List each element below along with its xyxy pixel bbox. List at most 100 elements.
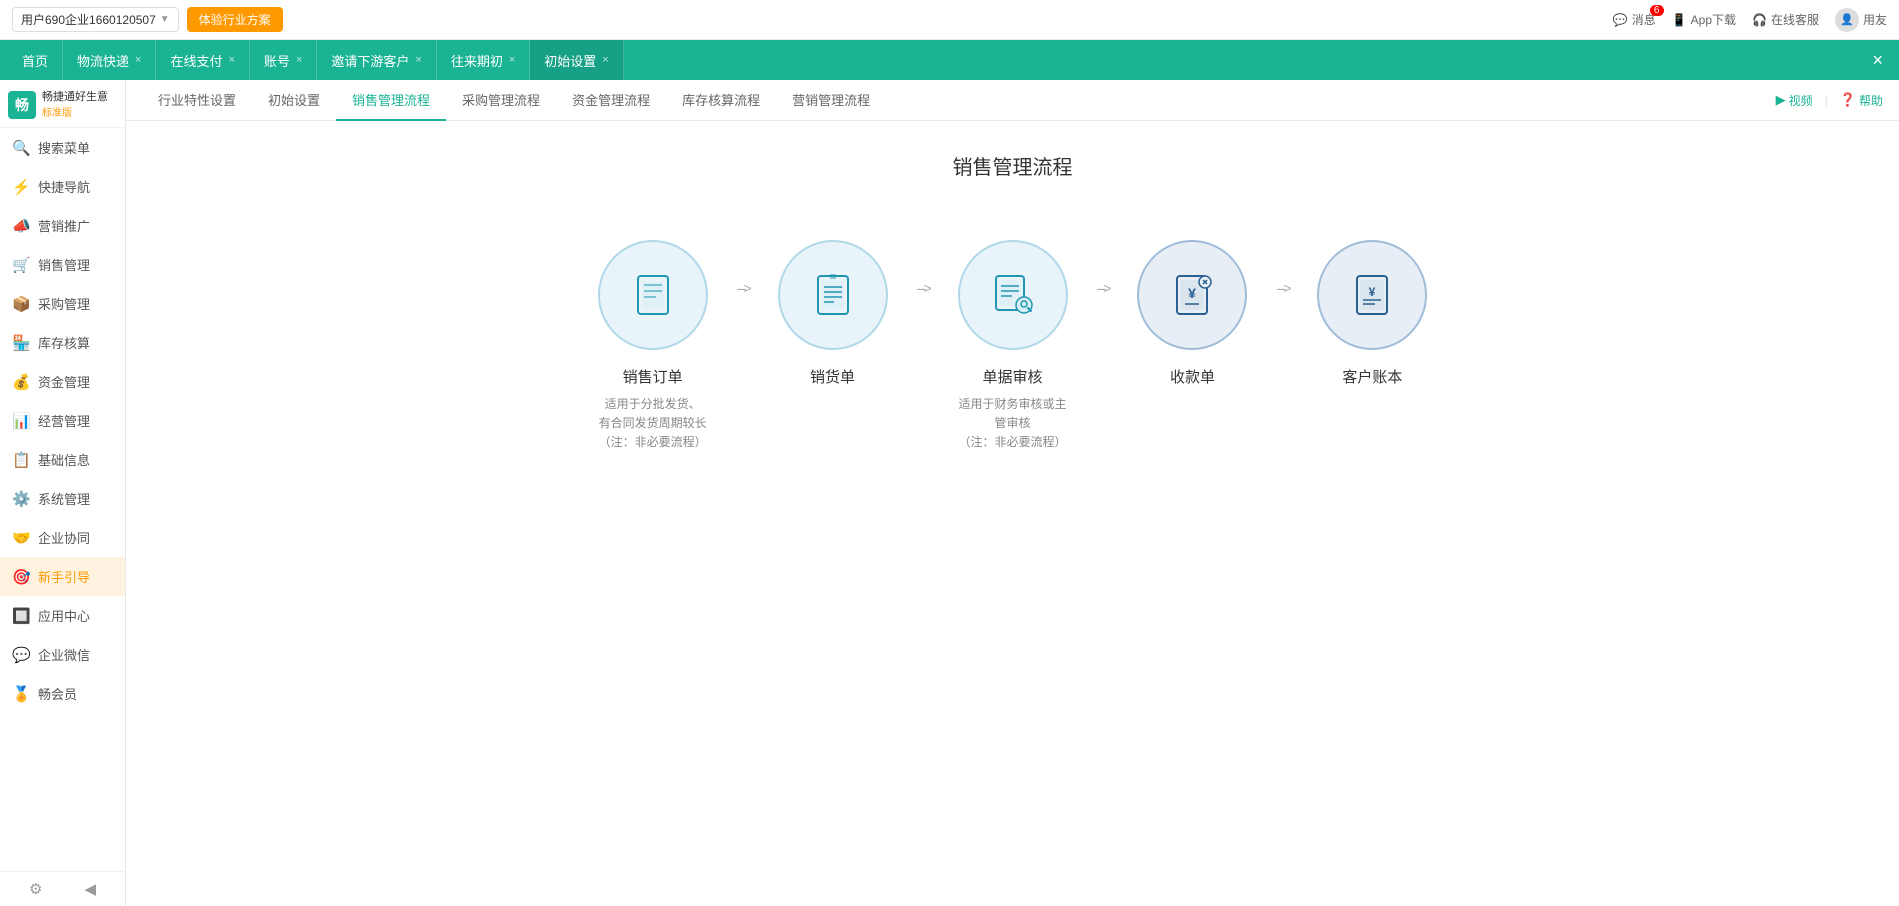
user-selector[interactable]: 用户690企业1660120507 ▼ [12, 7, 179, 32]
nav-bar: 首页 物流快递 × 在线支付 × 账号 × 邀请下游客户 × 往来期初 × 初始… [0, 40, 1899, 80]
step-title-account: 客户账本 [1342, 366, 1402, 387]
sidebar-label-cooperation: 企业协同 [38, 528, 90, 547]
messages-item[interactable]: 💬 消息 6 [1613, 11, 1656, 28]
app-download-item[interactable]: 📱 App下载 [1672, 11, 1736, 28]
tab-inventory-flow[interactable]: 库存核算流程 [666, 80, 776, 121]
grid-icon: 🔲 [12, 607, 30, 625]
tab-industry[interactable]: 行业特性设置 [142, 80, 252, 121]
close-icon[interactable]: × [228, 54, 234, 66]
video-link[interactable]: ▶ 视频 [1776, 92, 1813, 109]
flow-arrow-1: - - -> [737, 240, 749, 296]
close-icon[interactable]: × [509, 54, 515, 66]
flow-circle-sales-order[interactable] [598, 240, 708, 350]
chevron-down-icon: ▼ [160, 14, 170, 25]
page-content: 销售管理流程 销售订单 适用于分批发货、有合同 [126, 121, 1899, 493]
tab-finance-flow[interactable]: 资金管理流程 [556, 80, 666, 121]
sidebar-item-guide[interactable]: 🎯 新手引导 [0, 557, 125, 596]
tab-industry-label: 行业特性设置 [158, 93, 236, 108]
user-label: 用户690企业1660120507 [21, 11, 156, 28]
collapse-icon[interactable]: ◀ [84, 880, 96, 898]
money-icon: 💰 [12, 373, 30, 391]
arrow-icon: - - -> [1276, 280, 1288, 296]
nav-label-invite: 邀请下游客户 [331, 51, 409, 70]
nav-item-home[interactable]: 首页 [8, 40, 63, 80]
sidebar-label-search: 搜索菜单 [38, 138, 90, 157]
svg-text:¥: ¥ [1189, 285, 1197, 301]
sidebar-label-sales: 销售管理 [38, 255, 90, 274]
target-icon: 🎯 [12, 568, 30, 586]
step-title-sales-order: 销售订单 [623, 366, 683, 387]
flow-circle-sales-bill[interactable] [778, 240, 888, 350]
flow-circle-review[interactable] [958, 240, 1068, 350]
flow-step-account: ¥ 客户账本 [1292, 240, 1452, 395]
experience-button[interactable]: 体验行业方案 [187, 7, 283, 32]
flow-step-sales-bill: 销货单 [753, 240, 913, 395]
close-icon[interactable]: × [135, 54, 141, 66]
nav-item-invite[interactable]: 邀请下游客户 × [317, 40, 436, 80]
svg-text:¥: ¥ [1369, 285, 1376, 299]
sidebar-label-guide: 新手引导 [38, 567, 90, 586]
cart-icon: 🛒 [12, 256, 30, 274]
tab-inventory-flow-label: 库存核算流程 [682, 93, 760, 108]
sidebar-item-cooperation[interactable]: 🤝 企业协同 [0, 518, 125, 557]
close-icon[interactable]: × [602, 54, 608, 66]
top-bar: 用户690企业1660120507 ▼ 体验行业方案 💬 消息 6 📱 App下… [0, 0, 1899, 40]
flow-circle-receipt[interactable]: ¥ [1137, 240, 1247, 350]
sidebar-item-app-center[interactable]: 🔲 应用中心 [0, 596, 125, 635]
tab-initial[interactable]: 初始设置 [252, 80, 336, 121]
nav-item-period[interactable]: 往来期初 × [437, 40, 530, 80]
nav-item-init[interactable]: 初始设置 × [530, 40, 623, 80]
content-area: 行业特性设置 初始设置 销售管理流程 采购管理流程 资金管理流程 库存核算流程 [126, 80, 1899, 906]
sidebar-item-member[interactable]: 🏅 畅会员 [0, 674, 125, 713]
store-icon: 🏪 [12, 334, 30, 352]
nav-item-logistics[interactable]: 物流快递 × [63, 40, 156, 80]
sidebar-item-marketing[interactable]: 📣 营销推广 [0, 206, 125, 245]
nav-item-account[interactable]: 账号 × [250, 40, 317, 80]
sidebar-item-finance[interactable]: 💰 资金管理 [0, 362, 125, 401]
search-icon: 🔍 [12, 139, 30, 157]
flow-step-receipt: ¥ 收款单 [1112, 240, 1272, 395]
sidebar-label-purchase: 采购管理 [38, 294, 90, 313]
sidebar-label-system: 系统管理 [38, 489, 90, 508]
sidebar-item-search[interactable]: 🔍 搜索菜单 [0, 128, 125, 167]
close-icon[interactable]: × [296, 54, 302, 66]
sidebar-item-purchase[interactable]: 📦 采购管理 [0, 284, 125, 323]
nav-close-all-button[interactable]: × [1864, 50, 1891, 71]
handshake-icon: 🤝 [12, 529, 30, 547]
flow-circle-account[interactable]: ¥ [1317, 240, 1427, 350]
sidebar-item-operations[interactable]: 📊 经营管理 [0, 401, 125, 440]
step-title-sales-bill: 销货单 [810, 366, 855, 387]
tab-initial-label: 初始设置 [268, 93, 320, 108]
arrow-icon: - - -> [1097, 280, 1109, 296]
sidebar-logo: 畅 畅捷通好生意 标准版 [0, 80, 125, 128]
nav-item-payment[interactable]: 在线支付 × [156, 40, 249, 80]
nav-label-init: 初始设置 [544, 51, 596, 70]
tab-sales-flow[interactable]: 销售管理流程 [336, 80, 446, 121]
flow-arrow-2: - - -> [917, 240, 929, 296]
sidebar-item-wechat[interactable]: 💬 企业微信 [0, 635, 125, 674]
sidebar-item-basic-info[interactable]: 📋 基础信息 [0, 440, 125, 479]
sidebar-item-sales[interactable]: 🛒 销售管理 [0, 245, 125, 284]
tab-marketing-flow[interactable]: 营销管理流程 [776, 80, 886, 121]
settings-icon[interactable]: ⚙ [29, 880, 42, 898]
logo-sub: 标准版 [42, 104, 108, 119]
user-item[interactable]: 👤 用友 [1835, 8, 1887, 32]
customer-service-label: 在线客服 [1771, 11, 1819, 28]
sidebar-item-inventory[interactable]: 🏪 库存核算 [0, 323, 125, 362]
tabs-bar-right: ▶ 视频 | ❓ 帮助 [1776, 92, 1883, 109]
wechat-icon: 💬 [12, 646, 30, 664]
sidebar-label-finance: 资金管理 [38, 372, 90, 391]
step-desc-sales-order: 适用于分批发货、有合同发货周期较长（注：非必要流程） [599, 395, 707, 453]
help-link[interactable]: ❓ 帮助 [1840, 92, 1883, 109]
tab-purchase-flow[interactable]: 采购管理流程 [446, 80, 556, 121]
nav-label-payment: 在线支付 [170, 51, 222, 70]
customer-service-item[interactable]: 🎧 在线客服 [1752, 11, 1819, 28]
tab-finance-flow-label: 资金管理流程 [572, 93, 650, 108]
top-bar-right: 💬 消息 6 📱 App下载 🎧 在线客服 👤 用友 [1613, 8, 1887, 32]
sidebar-label-app-center: 应用中心 [38, 606, 90, 625]
tab-sales-flow-label: 销售管理流程 [352, 93, 430, 108]
sidebar-item-quicknav[interactable]: ⚡ 快捷导航 [0, 167, 125, 206]
message-icon: 💬 [1613, 13, 1628, 27]
close-icon[interactable]: × [415, 54, 421, 66]
sidebar-item-system[interactable]: ⚙️ 系统管理 [0, 479, 125, 518]
